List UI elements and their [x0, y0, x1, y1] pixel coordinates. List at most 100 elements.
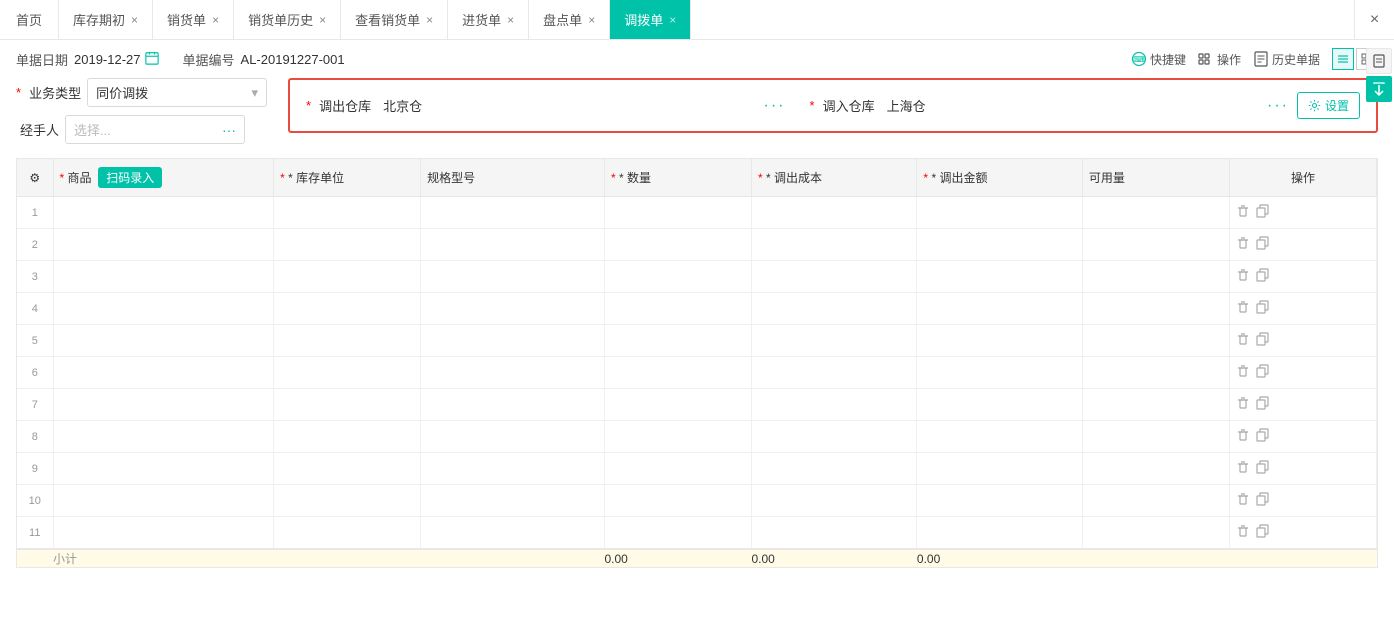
row-spec-5[interactable] [421, 325, 605, 357]
row-qty-11[interactable] [604, 517, 751, 550]
delete-icon-row-8[interactable] [1236, 428, 1250, 445]
copy-icon-row-5[interactable] [1256, 332, 1270, 349]
settings-button[interactable]: 设置 [1297, 92, 1360, 119]
row-unit-6[interactable] [274, 357, 421, 389]
th-gear-icon[interactable]: ⚙ [29, 171, 40, 185]
row-product-8[interactable] [53, 421, 274, 453]
row-spec-8[interactable] [421, 421, 605, 453]
row-cost-2[interactable] [751, 229, 916, 261]
tab-bar-close-btn[interactable]: × [1354, 0, 1394, 39]
row-amount-8[interactable] [917, 421, 1082, 453]
row-spec-3[interactable] [421, 261, 605, 293]
row-spec-6[interactable] [421, 357, 605, 389]
row-qty-6[interactable] [604, 357, 751, 389]
biz-type-select[interactable]: 同价调拨 ▾ [87, 78, 267, 107]
row-available-8[interactable] [1082, 421, 1229, 453]
row-available-1[interactable] [1082, 197, 1229, 229]
delete-icon-row-2[interactable] [1236, 236, 1250, 253]
row-amount-1[interactable] [917, 197, 1082, 229]
row-product-5[interactable] [53, 325, 274, 357]
tab-sales-history[interactable]: 销货单历史 × [234, 0, 341, 39]
date-value[interactable]: 2019-12-27 [74, 52, 141, 67]
row-available-3[interactable] [1082, 261, 1229, 293]
right-panel-export-btn[interactable] [1366, 76, 1392, 102]
tab-close-sales-order[interactable]: × [212, 13, 219, 27]
row-cost-9[interactable] [751, 453, 916, 485]
row-product-1[interactable] [53, 197, 274, 229]
row-unit-9[interactable] [274, 453, 421, 485]
tab-close-transfer[interactable]: × [669, 13, 676, 27]
delete-icon-row-7[interactable] [1236, 396, 1250, 413]
copy-icon-row-9[interactable] [1256, 460, 1270, 477]
row-available-11[interactable] [1082, 517, 1229, 550]
row-available-10[interactable] [1082, 485, 1229, 517]
row-available-6[interactable] [1082, 357, 1229, 389]
row-product-9[interactable] [53, 453, 274, 485]
row-unit-4[interactable] [274, 293, 421, 325]
row-unit-3[interactable] [274, 261, 421, 293]
tab-close-sales-history[interactable]: × [319, 13, 326, 27]
row-spec-10[interactable] [421, 485, 605, 517]
copy-icon-row-8[interactable] [1256, 428, 1270, 445]
tab-sales-order[interactable]: 销货单 × [153, 0, 234, 39]
row-unit-1[interactable] [274, 197, 421, 229]
transfer-out-more-btn[interactable]: ··· [764, 97, 786, 115]
copy-icon-row-11[interactable] [1256, 524, 1270, 541]
delete-icon-row-10[interactable] [1236, 492, 1250, 509]
row-cost-1[interactable] [751, 197, 916, 229]
row-spec-11[interactable] [421, 517, 605, 550]
tab-view-sales[interactable]: 查看销货单 × [341, 0, 448, 39]
delete-icon-row-9[interactable] [1236, 460, 1250, 477]
tab-close-view-sales[interactable]: × [426, 13, 433, 27]
person-select[interactable]: 选择... ··· [65, 115, 245, 144]
tab-close-purchase[interactable]: × [507, 13, 514, 27]
copy-icon-row-10[interactable] [1256, 492, 1270, 509]
delete-icon-row-11[interactable] [1236, 524, 1250, 541]
row-product-4[interactable] [53, 293, 274, 325]
row-product-6[interactable] [53, 357, 274, 389]
row-unit-2[interactable] [274, 229, 421, 261]
transfer-in-more-btn[interactable]: ··· [1267, 97, 1289, 115]
row-spec-9[interactable] [421, 453, 605, 485]
row-qty-9[interactable] [604, 453, 751, 485]
row-amount-6[interactable] [917, 357, 1082, 389]
row-qty-2[interactable] [604, 229, 751, 261]
row-product-7[interactable] [53, 389, 274, 421]
copy-icon-row-4[interactable] [1256, 300, 1270, 317]
row-cost-6[interactable] [751, 357, 916, 389]
copy-icon-row-1[interactable] [1256, 204, 1270, 221]
row-qty-7[interactable] [604, 389, 751, 421]
row-cost-5[interactable] [751, 325, 916, 357]
row-cost-4[interactable] [751, 293, 916, 325]
tab-stocktake[interactable]: 盘点单 × [529, 0, 610, 39]
row-qty-5[interactable] [604, 325, 751, 357]
row-spec-2[interactable] [421, 229, 605, 261]
row-unit-11[interactable] [274, 517, 421, 550]
delete-icon-row-6[interactable] [1236, 364, 1250, 381]
row-qty-3[interactable] [604, 261, 751, 293]
row-qty-4[interactable] [604, 293, 751, 325]
delete-icon-row-3[interactable] [1236, 268, 1250, 285]
history-btn[interactable]: 历史单据 [1253, 51, 1320, 68]
row-available-9[interactable] [1082, 453, 1229, 485]
delete-icon-row-1[interactable] [1236, 204, 1250, 221]
row-cost-10[interactable] [751, 485, 916, 517]
row-amount-10[interactable] [917, 485, 1082, 517]
row-product-11[interactable] [53, 517, 274, 550]
list-view-btn[interactable] [1332, 48, 1354, 70]
tab-close-inventory-init[interactable]: × [131, 13, 138, 27]
row-unit-7[interactable] [274, 389, 421, 421]
operation-btn[interactable]: 操作 [1198, 51, 1241, 68]
row-unit-10[interactable] [274, 485, 421, 517]
row-amount-5[interactable] [917, 325, 1082, 357]
row-amount-4[interactable] [917, 293, 1082, 325]
copy-icon-row-6[interactable] [1256, 364, 1270, 381]
row-cost-11[interactable] [751, 517, 916, 550]
person-dots[interactable]: ··· [222, 122, 236, 138]
tab-close-stocktake[interactable]: × [588, 13, 595, 27]
tab-purchase[interactable]: 进货单 × [448, 0, 529, 39]
row-available-7[interactable] [1082, 389, 1229, 421]
row-available-5[interactable] [1082, 325, 1229, 357]
row-qty-1[interactable] [604, 197, 751, 229]
row-available-4[interactable] [1082, 293, 1229, 325]
